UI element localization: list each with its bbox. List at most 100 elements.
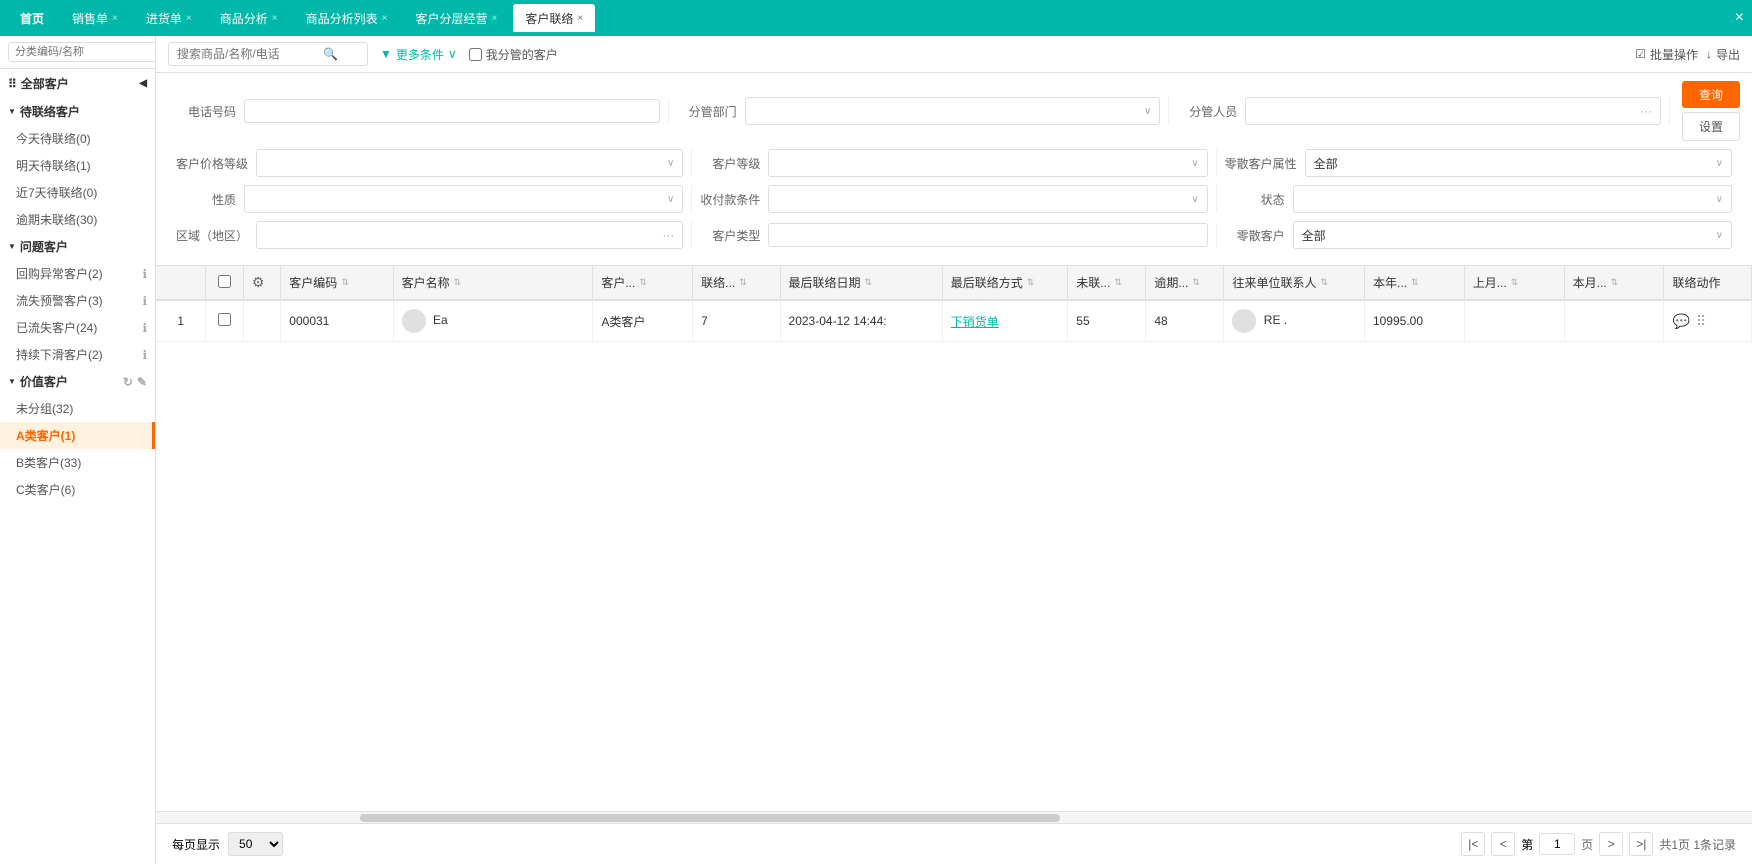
cell-check[interactable] — [206, 300, 243, 342]
main-search-input[interactable] — [177, 47, 317, 61]
contact-method-link[interactable]: 下销货单 — [951, 315, 999, 329]
customer-level-select[interactable]: ∨ — [768, 149, 1207, 177]
dept-select[interactable]: ∨ — [745, 97, 1161, 125]
th-contact-person[interactable]: 往来单位联系人 ⇅ — [1224, 266, 1364, 300]
tab-product-analysis[interactable]: 商品分析 × — [208, 4, 290, 32]
first-page-button[interactable]: |< — [1461, 832, 1485, 856]
table-header-row: ⚙ 客户编码 ⇅ 客户名称 ⇅ — [156, 266, 1752, 300]
chevron-down-icon: ∨ — [448, 47, 457, 61]
th-settings[interactable]: ⚙ — [243, 266, 280, 300]
th-year-amount[interactable]: 本年... ⇅ — [1364, 266, 1464, 300]
window-close-icon[interactable]: × — [1735, 9, 1744, 27]
th-check — [206, 266, 243, 300]
sidebar-item-ungrouped[interactable]: 未分组(32) — [0, 395, 155, 422]
th-this-month[interactable]: 本月... ⇅ — [1564, 266, 1664, 300]
tab-product-analysis-list[interactable]: 商品分析列表 × — [294, 4, 400, 32]
customer-type-input[interactable] — [768, 223, 1207, 247]
region-input[interactable]: ··· — [256, 221, 683, 249]
more-filters-button[interactable]: ▼ 更多条件 ∨ — [380, 46, 457, 63]
tab-purchase-order[interactable]: 进货单 × — [134, 4, 204, 32]
edit-icon[interactable]: ✎ — [137, 375, 147, 389]
filter-actions: ☑ 批量操作 ↓ 导出 — [1635, 46, 1740, 63]
my-customers-checkbox[interactable] — [469, 48, 482, 61]
sidebar-search-bar: 🔍 — [0, 36, 155, 69]
th-last-method[interactable]: 最后联络方式 ⇅ — [942, 266, 1068, 300]
sidebar-search-input[interactable] — [8, 42, 156, 62]
close-product-analysis-icon[interactable]: × — [272, 13, 278, 24]
th-uncontact[interactable]: 未联... ⇅ — [1068, 266, 1146, 300]
refresh-icon[interactable]: ↻ — [123, 375, 133, 389]
horizontal-scrollbar[interactable] — [156, 811, 1752, 823]
next-page-button[interactable]: > — [1599, 832, 1623, 856]
th-contact-count[interactable]: 联络... ⇅ — [693, 266, 780, 300]
arrow-down-icon-3: ▼ — [8, 377, 16, 386]
payment-select[interactable]: ∨ — [768, 185, 1207, 213]
group-value-customers[interactable]: ▼ 价值客户 ↻ ✎ — [0, 368, 155, 395]
customer-avatar — [402, 309, 426, 333]
sidebar-item-churned[interactable]: 已流失客户(24) ℹ — [0, 314, 155, 341]
th-name[interactable]: 客户名称 ⇅ — [393, 266, 593, 300]
th-code[interactable]: 客户编码 ⇅ — [281, 266, 393, 300]
th-last-month[interactable]: 上月... ⇅ — [1464, 266, 1564, 300]
close-product-analysis-list-icon[interactable]: × — [382, 13, 388, 24]
sidebar-item-overdue[interactable]: 逾期未联络(30) — [0, 206, 155, 233]
sidebar-item-class-b[interactable]: B类客户(33) — [0, 449, 155, 476]
grid-icon: ⠿ — [8, 77, 17, 91]
tab-sales-order[interactable]: 销售单 × — [60, 4, 130, 32]
price-level-chevron-icon: ∨ — [667, 158, 674, 169]
group-problem-customers[interactable]: ▼ 问题客户 — [0, 233, 155, 260]
customer-level-chevron-icon: ∨ — [1191, 158, 1198, 169]
prev-page-button[interactable]: < — [1491, 832, 1515, 856]
bulk-action-button[interactable]: ☑ 批量操作 — [1635, 46, 1698, 63]
th-overdue[interactable]: 逾期... ⇅ — [1146, 266, 1224, 300]
sidebar-item-repurchase-abnormal[interactable]: 回购异常客户(2) ℹ — [0, 260, 155, 287]
sidebar-item-tomorrow[interactable]: 明天待联络(1) — [0, 152, 155, 179]
tab-customer-tier[interactable]: 客户分层经营 × — [403, 4, 509, 32]
export-button[interactable]: ↓ 导出 — [1706, 46, 1740, 63]
phone-input[interactable] — [244, 99, 660, 123]
row-action-buttons: 💬 ⠿ — [1672, 313, 1743, 330]
sidebar-item-7days[interactable]: 近7天待联络(0) — [0, 179, 155, 206]
total-records-label: 共1页 1条记录 — [1659, 836, 1736, 853]
settings-button[interactable]: 设置 — [1682, 112, 1740, 141]
last-page-button[interactable]: >| — [1629, 832, 1653, 856]
sidebar-item-today[interactable]: 今天待联络(0) — [0, 125, 155, 152]
group-pending-contact[interactable]: ▼ 待联络客户 — [0, 98, 155, 125]
status-select[interactable]: ∨ — [1293, 185, 1732, 213]
th-level[interactable]: 客户... ⇅ — [593, 266, 693, 300]
sidebar-item-class-c[interactable]: C类客户(6) — [0, 476, 155, 503]
retail-customer-select[interactable]: 全部 ∨ — [1293, 221, 1732, 249]
retail-attr-select[interactable]: 全部 ∨ — [1305, 149, 1732, 177]
close-sales-order-icon[interactable]: × — [112, 13, 118, 24]
home-tab[interactable]: 首页 — [8, 10, 56, 27]
sidebar-item-declining[interactable]: 持续下滑客户(2) ℹ — [0, 341, 155, 368]
bulk-action-icon: ☑ — [1635, 47, 1646, 61]
scroll-thumb[interactable] — [360, 814, 1060, 822]
status-label: 状态 — [1225, 191, 1285, 208]
close-purchase-order-icon[interactable]: × — [186, 13, 192, 24]
nature-select[interactable]: ∨ — [244, 185, 683, 213]
manager-input[interactable]: ··· — [1245, 97, 1661, 125]
all-customers-header[interactable]: ⠿ 全部客户 ◀ — [0, 69, 155, 98]
close-customer-tier-icon[interactable]: × — [491, 13, 497, 24]
cell-contact-person: RE . — [1224, 300, 1364, 342]
page-size-select[interactable]: 50 100 200 — [228, 832, 283, 856]
main-search-icon[interactable]: 🔍 — [323, 47, 338, 61]
table-settings-icon[interactable]: ⚙ — [252, 274, 265, 290]
collapse-sidebar-icon[interactable]: ◀ — [139, 78, 147, 89]
th-seq — [156, 266, 206, 300]
page-number-input[interactable] — [1539, 833, 1575, 855]
sidebar-item-churn-warning[interactable]: 流失预警客户(3) ℹ — [0, 287, 155, 314]
sidebar-item-class-a[interactable]: A类客户(1) — [0, 422, 155, 449]
th-last-date[interactable]: 最后联络日期 ⇅ — [780, 266, 942, 300]
message-action-icon[interactable]: 💬 — [1672, 313, 1689, 330]
select-all-checkbox[interactable] — [218, 275, 231, 288]
row-checkbox[interactable] — [218, 313, 231, 326]
query-button[interactable]: 查询 — [1682, 81, 1740, 108]
more-action-icon[interactable]: ⠿ — [1696, 313, 1706, 330]
price-level-select[interactable]: ∨ — [256, 149, 683, 177]
tab-customer-contact[interactable]: 客户联络 × — [513, 4, 595, 32]
cell-last-method[interactable]: 下销货单 — [942, 300, 1068, 342]
close-customer-contact-icon[interactable]: × — [577, 13, 583, 24]
my-customers-checkbox-area[interactable]: 我分管的客户 — [469, 46, 558, 63]
